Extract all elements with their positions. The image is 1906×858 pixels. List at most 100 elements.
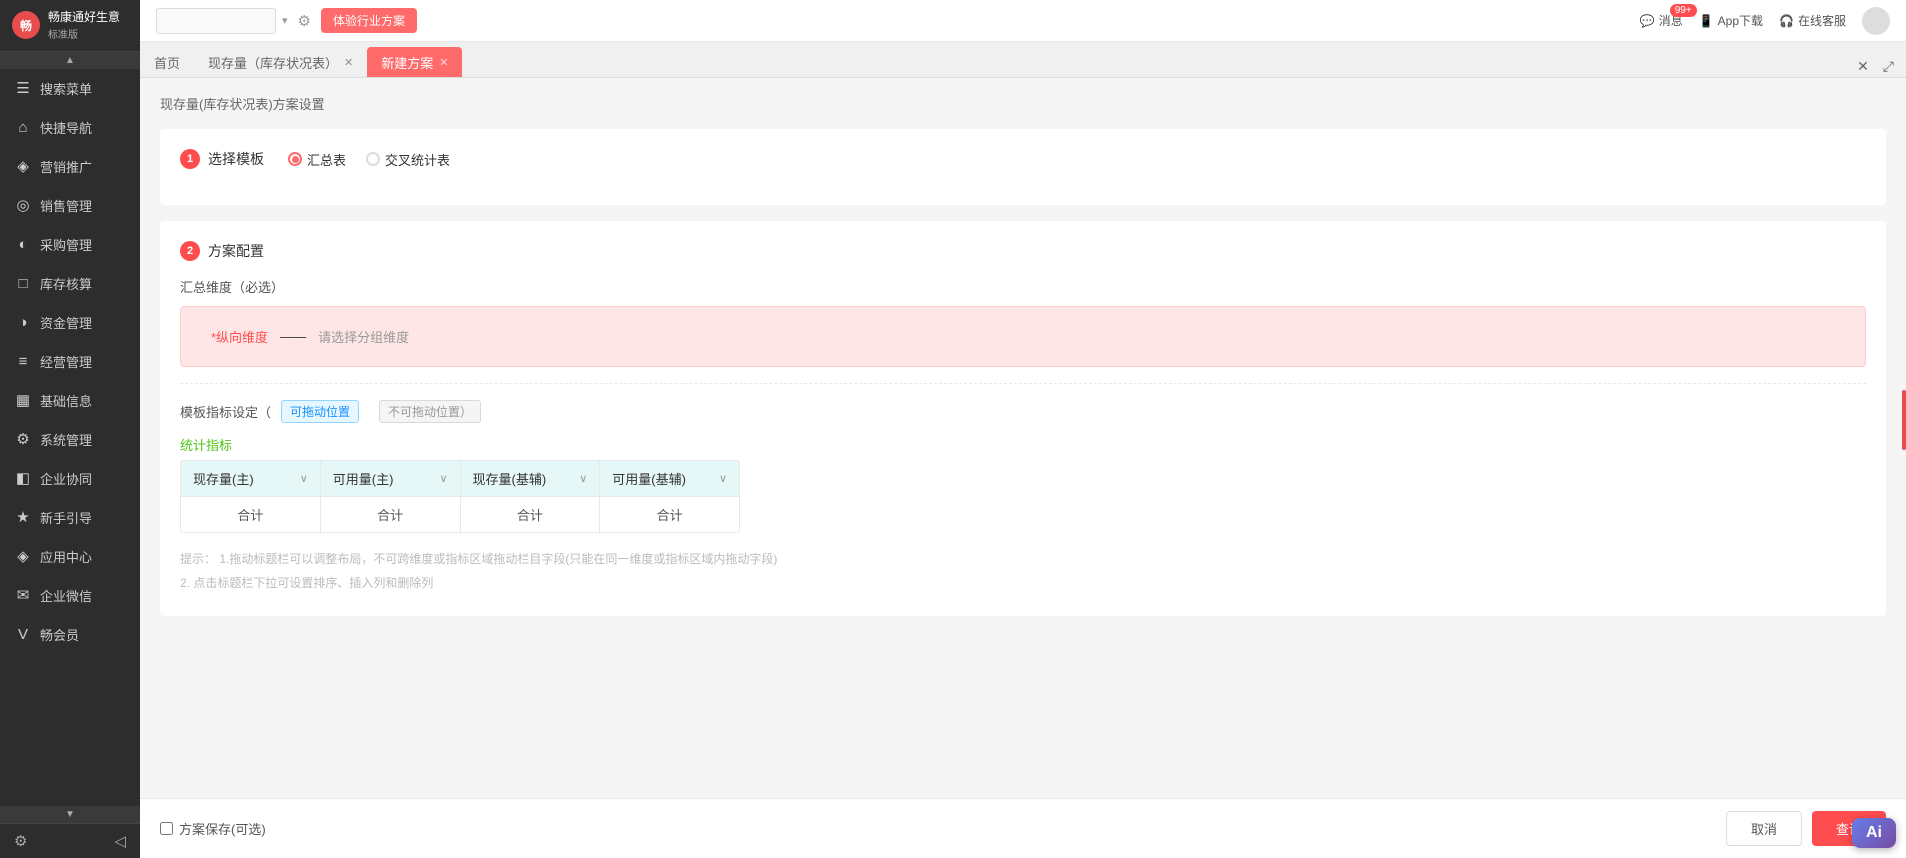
step2-label: 方案配置 <box>208 241 264 261</box>
stats-cell-2: 合计 <box>461 497 601 532</box>
stats-header-cell-0[interactable]: 现存量(主) ∨ <box>181 461 321 496</box>
sidebar-item-label: 企业协同 <box>40 469 92 488</box>
content-area: 现存量(库存状况表)方案设置 1 选择模板 汇总表 交叉统计表 <box>140 78 1906 858</box>
stats-cell-1: 合计 <box>321 497 461 532</box>
stats-header-label-0: 现存量(主) <box>193 469 254 488</box>
right-scroll-indicator <box>1902 390 1906 450</box>
sidebar-item-label: 资金管理 <box>40 313 92 332</box>
message-badge: 99+ <box>1670 4 1697 17</box>
tab-new-plan[interactable]: 新建方案 ✕ <box>367 47 462 77</box>
step1-header: 1 选择模板 汇总表 交叉统计表 <box>180 149 1866 169</box>
stats-table-header: 现存量(主) ∨ 可用量(主) ∨ 现存量(基辅) ∨ 可用量(基辅) ∨ <box>181 461 739 496</box>
sidebar-item-search[interactable]: ☰ 搜索菜单 <box>0 69 140 108</box>
sales-icon: ◎ <box>14 196 32 214</box>
radio-summary-circle <box>288 152 302 166</box>
sidebar: 畅 畅康通好生意 标准版 ▲ ☰ 搜索菜单 ⌂ 快捷导航 ◈ 营销推广 ◎ 销售… <box>0 0 140 858</box>
app-center-icon: ◈ <box>14 547 32 565</box>
step2-card: 2 方案配置 汇总维度（必选） *纵向维度 —— 请选择分组维度 模板指标设定（… <box>160 221 1886 616</box>
vip-icon: V <box>14 625 32 643</box>
sidebar-item-label: 新手引导 <box>40 508 92 527</box>
collapse-icon[interactable]: ◁ <box>114 832 126 850</box>
sidebar-item-label: 经营管理 <box>40 352 92 371</box>
tab-inventory-close-icon[interactable]: ✕ <box>344 56 353 69</box>
dropdown-chevron-icon: ▾ <box>282 14 288 27</box>
search-menu-icon: ☰ <box>14 79 32 97</box>
stats-header-cell-2[interactable]: 现存量(基辅) ∨ <box>461 461 601 496</box>
sidebar-item-app-center[interactable]: ◈ 应用中心 <box>0 537 140 576</box>
home-icon: ⌂ <box>14 118 32 136</box>
stats-header-cell-1[interactable]: 可用量(主) ∨ <box>321 461 461 496</box>
tab-home-label: 首页 <box>154 53 180 72</box>
sidebar-item-enterprise[interactable]: ◧ 企业协同 <box>0 459 140 498</box>
guide-icon: ★ <box>14 508 32 526</box>
settings-icon[interactable]: ⚙ <box>14 832 27 850</box>
stats-header-label-3: 可用量(基辅) <box>612 469 686 488</box>
save-checkbox-area: 方案保存(可选) <box>160 819 266 838</box>
sidebar-item-inventory[interactable]: □ 库存核算 <box>0 264 140 303</box>
sidebar-item-label: 企业微信 <box>40 586 92 605</box>
tab-inventory[interactable]: 现存量（库存状况表） ✕ <box>194 47 367 77</box>
window-expand-icon[interactable]: ⤢ <box>1879 56 1898 77</box>
radio-summary[interactable]: 汇总表 <box>288 150 346 169</box>
step1-card: 1 选择模板 汇总表 交叉统计表 <box>160 129 1886 205</box>
section-divider <box>180 383 1866 384</box>
sidebar-item-vip[interactable]: V 畅会员 <box>0 615 140 654</box>
tab-new-plan-close-icon[interactable]: ✕ <box>439 56 448 69</box>
chevron-down-icon-0: ∨ <box>300 472 308 485</box>
message-icon: 💬 <box>1640 14 1655 28</box>
stats-header-label-2: 现存量(基辅) <box>473 469 547 488</box>
sidebar-item-label: 系统管理 <box>40 430 92 449</box>
save-checkbox[interactable] <box>160 822 173 835</box>
sidebar-item-label: 搜索菜单 <box>40 79 92 98</box>
tip-1: 提示： 1.拖动标题栏可以调整布局，不可跨维度或指标区域拖动栏目字段(只能在同一… <box>180 549 1866 571</box>
sidebar-item-purchase[interactable]: ◐ 采购管理 <box>0 225 140 264</box>
save-label: 方案保存(可选) <box>179 819 266 838</box>
user-avatar[interactable] <box>1862 7 1890 35</box>
sidebar-item-shortcut[interactable]: ⌂ 快捷导航 <box>0 108 140 147</box>
stats-header-cell-3[interactable]: 可用量(基辅) ∨ <box>600 461 739 496</box>
chevron-down-icon-3: ∨ <box>719 472 727 485</box>
app-download-button[interactable]: 📱 App下载 <box>1699 12 1763 29</box>
sidebar-item-label: 应用中心 <box>40 547 92 566</box>
radio-cross[interactable]: 交叉统计表 <box>366 150 450 169</box>
sidebar-item-marketing[interactable]: ◈ 营销推广 <box>0 147 140 186</box>
sidebar-item-wechat[interactable]: ✉ 企业微信 <box>0 576 140 615</box>
chevron-down-icon-2: ∨ <box>579 472 587 485</box>
online-service-button[interactable]: 🎧 在线客服 <box>1779 12 1846 29</box>
dimension-placeholder-text: 请选择分组维度 <box>318 327 409 346</box>
sidebar-scroll-up[interactable]: ▲ <box>0 52 140 69</box>
sidebar-item-system[interactable]: ⚙ 系统管理 <box>0 420 140 459</box>
sidebar-item-guide[interactable]: ★ 新手引导 <box>0 498 140 537</box>
logo-subtitle: 标准版 <box>48 26 120 41</box>
ai-button[interactable]: Ai <box>1852 818 1896 848</box>
sidebar-item-sales[interactable]: ◎ 销售管理 <box>0 186 140 225</box>
step1-label: 选择模板 <box>208 149 264 169</box>
tab-new-plan-label: 新建方案 <box>381 53 433 72</box>
sidebar-item-label: 库存核算 <box>40 274 92 293</box>
sidebar-item-finance[interactable]: ◑ 资金管理 <box>0 303 140 342</box>
stats-cell-3: 合计 <box>600 497 739 532</box>
marketing-icon: ◈ <box>14 157 32 175</box>
indicator-settings-label: 模板指标设定（ <box>180 402 271 421</box>
dimension-area[interactable]: *纵向维度 —— 请选择分组维度 <box>180 306 1866 367</box>
sidebar-item-management[interactable]: ≡ 经营管理 <box>0 342 140 381</box>
window-close-icon[interactable]: ✕ <box>1853 56 1873 77</box>
step2-number: 2 <box>180 241 200 261</box>
template-radio-group: 汇总表 交叉统计表 <box>288 150 450 169</box>
message-button[interactable]: 💬 消息 99+ <box>1640 12 1683 29</box>
radio-summary-label: 汇总表 <box>307 150 346 169</box>
experience-industry-button[interactable]: 体验行业方案 <box>321 8 417 33</box>
settings-gear-icon[interactable]: ⚙ <box>298 12 311 30</box>
basic-info-icon: ▦ <box>14 391 32 409</box>
sidebar-scroll-down[interactable]: ▼ <box>0 806 140 823</box>
search-input[interactable] <box>156 8 276 34</box>
logo-text-block: 畅康通好生意 标准版 <box>48 10 120 41</box>
dimension-dash: —— <box>280 329 306 344</box>
finance-icon: ◑ <box>14 313 32 331</box>
cancel-button[interactable]: 取消 <box>1726 811 1802 846</box>
sidebar-item-label: 基础信息 <box>40 391 92 410</box>
stats-table: 现存量(主) ∨ 可用量(主) ∨ 现存量(基辅) ∨ 可用量(基辅) ∨ <box>180 460 740 533</box>
tab-home[interactable]: 首页 <box>140 47 194 77</box>
system-icon: ⚙ <box>14 430 32 448</box>
sidebar-item-basic-info[interactable]: ▦ 基础信息 <box>0 381 140 420</box>
